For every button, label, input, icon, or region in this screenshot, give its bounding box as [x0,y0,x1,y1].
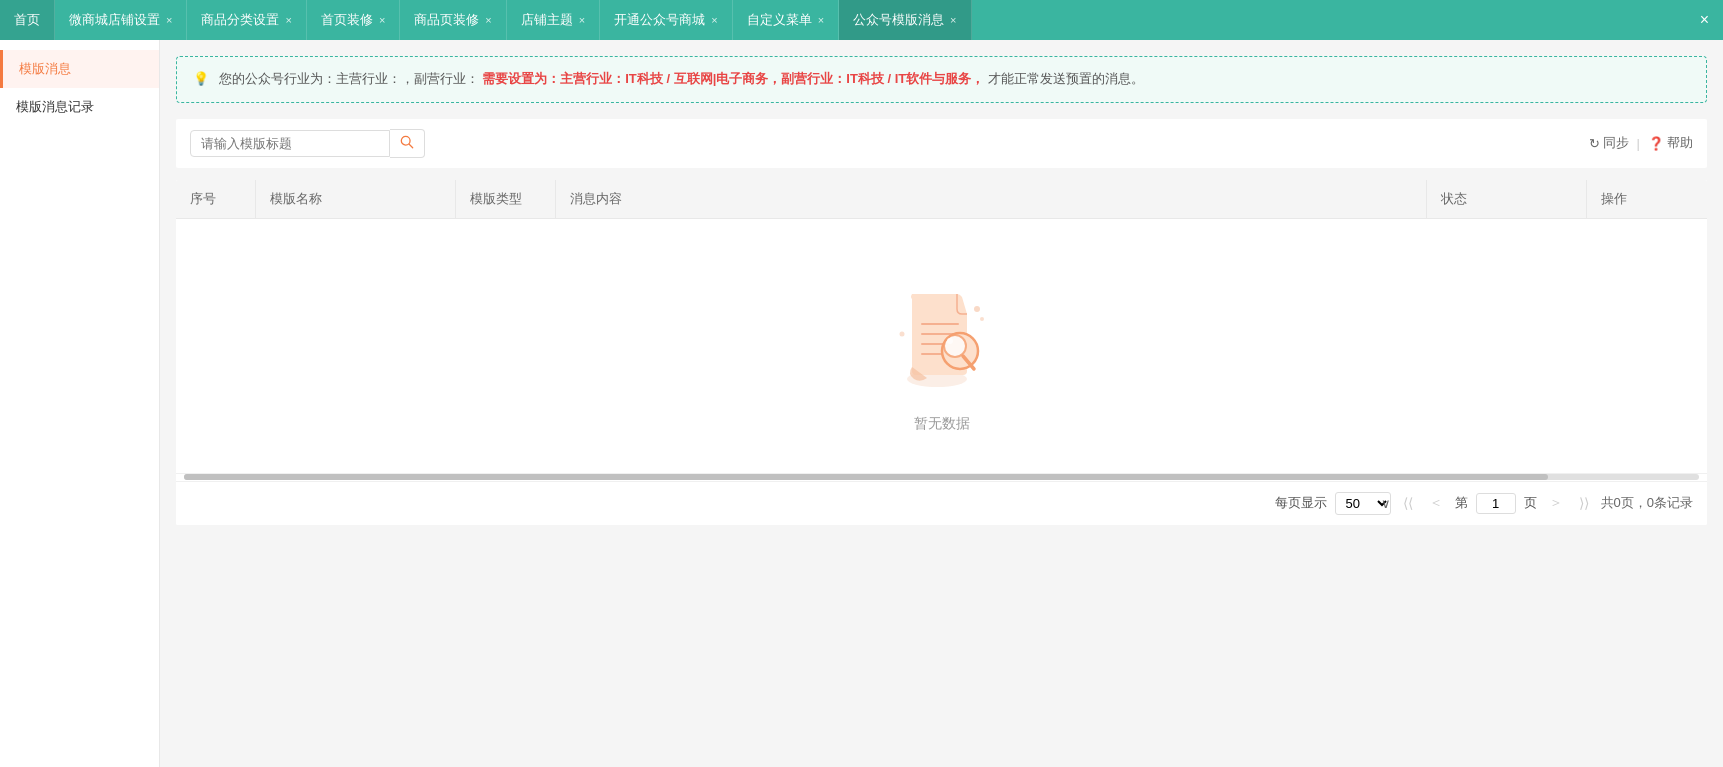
tab-item-5[interactable]: 店铺主题× [507,0,600,40]
svg-point-13 [899,331,904,336]
search-bar: ↻ 同步 | ❓ 帮助 [176,119,1707,168]
page-size-label: 每页显示 [1275,494,1327,512]
notice-icon: 💡 [193,71,209,86]
main-layout: 模版消息模版消息记录 💡 您的公众号行业为：主营行业：，副营行业： 需要设置为：… [0,40,1723,767]
col-header-status: 状态 [1427,180,1587,218]
tab-close-1[interactable]: × [166,14,172,26]
page-number-input[interactable] [1476,493,1516,514]
divider: | [1637,136,1640,151]
search-right: ↻ 同步 | ❓ 帮助 [1589,134,1693,152]
svg-point-11 [974,306,980,312]
help-button[interactable]: ❓ 帮助 [1648,134,1693,152]
notice-text1: 您的公众号行业为：主营行业：，副营行业： [219,71,479,86]
pagination: 每页显示 50 10 20 100 ∨ ⟨⟨ ＜ 第 页 ＞ ⟩⟩ 共0页，0条… [176,481,1707,525]
col-header-seq: 序号 [176,180,256,218]
page-size-select[interactable]: 50 10 20 100 [1335,492,1391,515]
close-all-button[interactable]: × [1686,11,1723,29]
notice-highlight: 需要设置为：主营行业：IT科技 / 互联网|电子商务，副营行业：IT科技 / I… [482,71,984,86]
tab-close-3[interactable]: × [379,14,385,26]
prev-page-button[interactable]: ＜ [1425,492,1447,514]
refresh-icon: ↻ [1589,136,1600,151]
next-page-button[interactable]: ＞ [1545,492,1567,514]
empty-illustration [882,279,1002,399]
table-container: 序号 模版名称 模版类型 消息内容 状态 操作 [176,180,1707,525]
tab-close-5[interactable]: × [579,14,585,26]
tab-close-4[interactable]: × [485,14,491,26]
tab-item-0[interactable]: 首页 [0,0,55,40]
search-left [190,129,425,158]
sidebar-item-1[interactable]: 模版消息记录 [0,88,159,126]
help-label: 帮助 [1667,134,1693,152]
sidebar: 模版消息模版消息记录 [0,40,160,767]
empty-text: 暂无数据 [914,415,970,433]
total-info: 共0页，0条记录 [1601,494,1693,512]
table-header: 序号 模版名称 模版类型 消息内容 状态 操作 [176,180,1707,219]
tab-close-8[interactable]: × [950,14,956,26]
search-input[interactable] [190,130,390,157]
col-header-type: 模版类型 [456,180,556,218]
tab-item-3[interactable]: 首页装修× [307,0,400,40]
scroll-thumb [184,474,1548,480]
col-header-action: 操作 [1587,180,1707,218]
svg-point-8 [944,335,966,357]
tab-bar: 首页微商城店铺设置×商品分类设置×首页装修×商品页装修×店铺主题×开通公众号商城… [0,0,1723,40]
tab-item-7[interactable]: 自定义菜单× [733,0,839,40]
page-label: 第 [1455,494,1468,512]
search-button[interactable] [390,129,425,158]
notice-text2: 才能正常发送预置的消息。 [988,71,1144,86]
svg-point-10 [947,338,953,344]
col-header-name: 模版名称 [256,180,456,218]
tab-item-6[interactable]: 开通公众号商城× [600,0,732,40]
empty-state: 暂无数据 [176,219,1707,473]
scroll-bar-area[interactable] [176,473,1707,481]
help-icon: ❓ [1648,136,1664,151]
notice-box: 💡 您的公众号行业为：主营行业：，副营行业： 需要设置为：主营行业：IT科技 /… [176,56,1707,103]
sidebar-item-0[interactable]: 模版消息 [0,50,159,88]
svg-line-1 [409,144,413,148]
tab-close-2[interactable]: × [285,14,291,26]
tab-item-4[interactable]: 商品页装修× [400,0,506,40]
first-page-button[interactable]: ⟨⟨ [1399,493,1417,513]
tab-item-8[interactable]: 公众号模版消息× [839,0,971,40]
tab-item-1[interactable]: 微商城店铺设置× [55,0,187,40]
svg-point-12 [980,317,984,321]
tab-item-2[interactable]: 商品分类设置× [187,0,306,40]
sync-label: 同步 [1603,134,1629,152]
col-header-content: 消息内容 [556,180,1427,218]
page-unit: 页 [1524,494,1537,512]
tab-close-6[interactable]: × [711,14,717,26]
content-area: 💡 您的公众号行业为：主营行业：，副营行业： 需要设置为：主营行业：IT科技 /… [160,40,1723,767]
scroll-track [184,474,1699,480]
last-page-button[interactable]: ⟩⟩ [1575,493,1593,513]
sync-button[interactable]: ↻ 同步 [1589,134,1629,152]
tab-close-7[interactable]: × [818,14,824,26]
